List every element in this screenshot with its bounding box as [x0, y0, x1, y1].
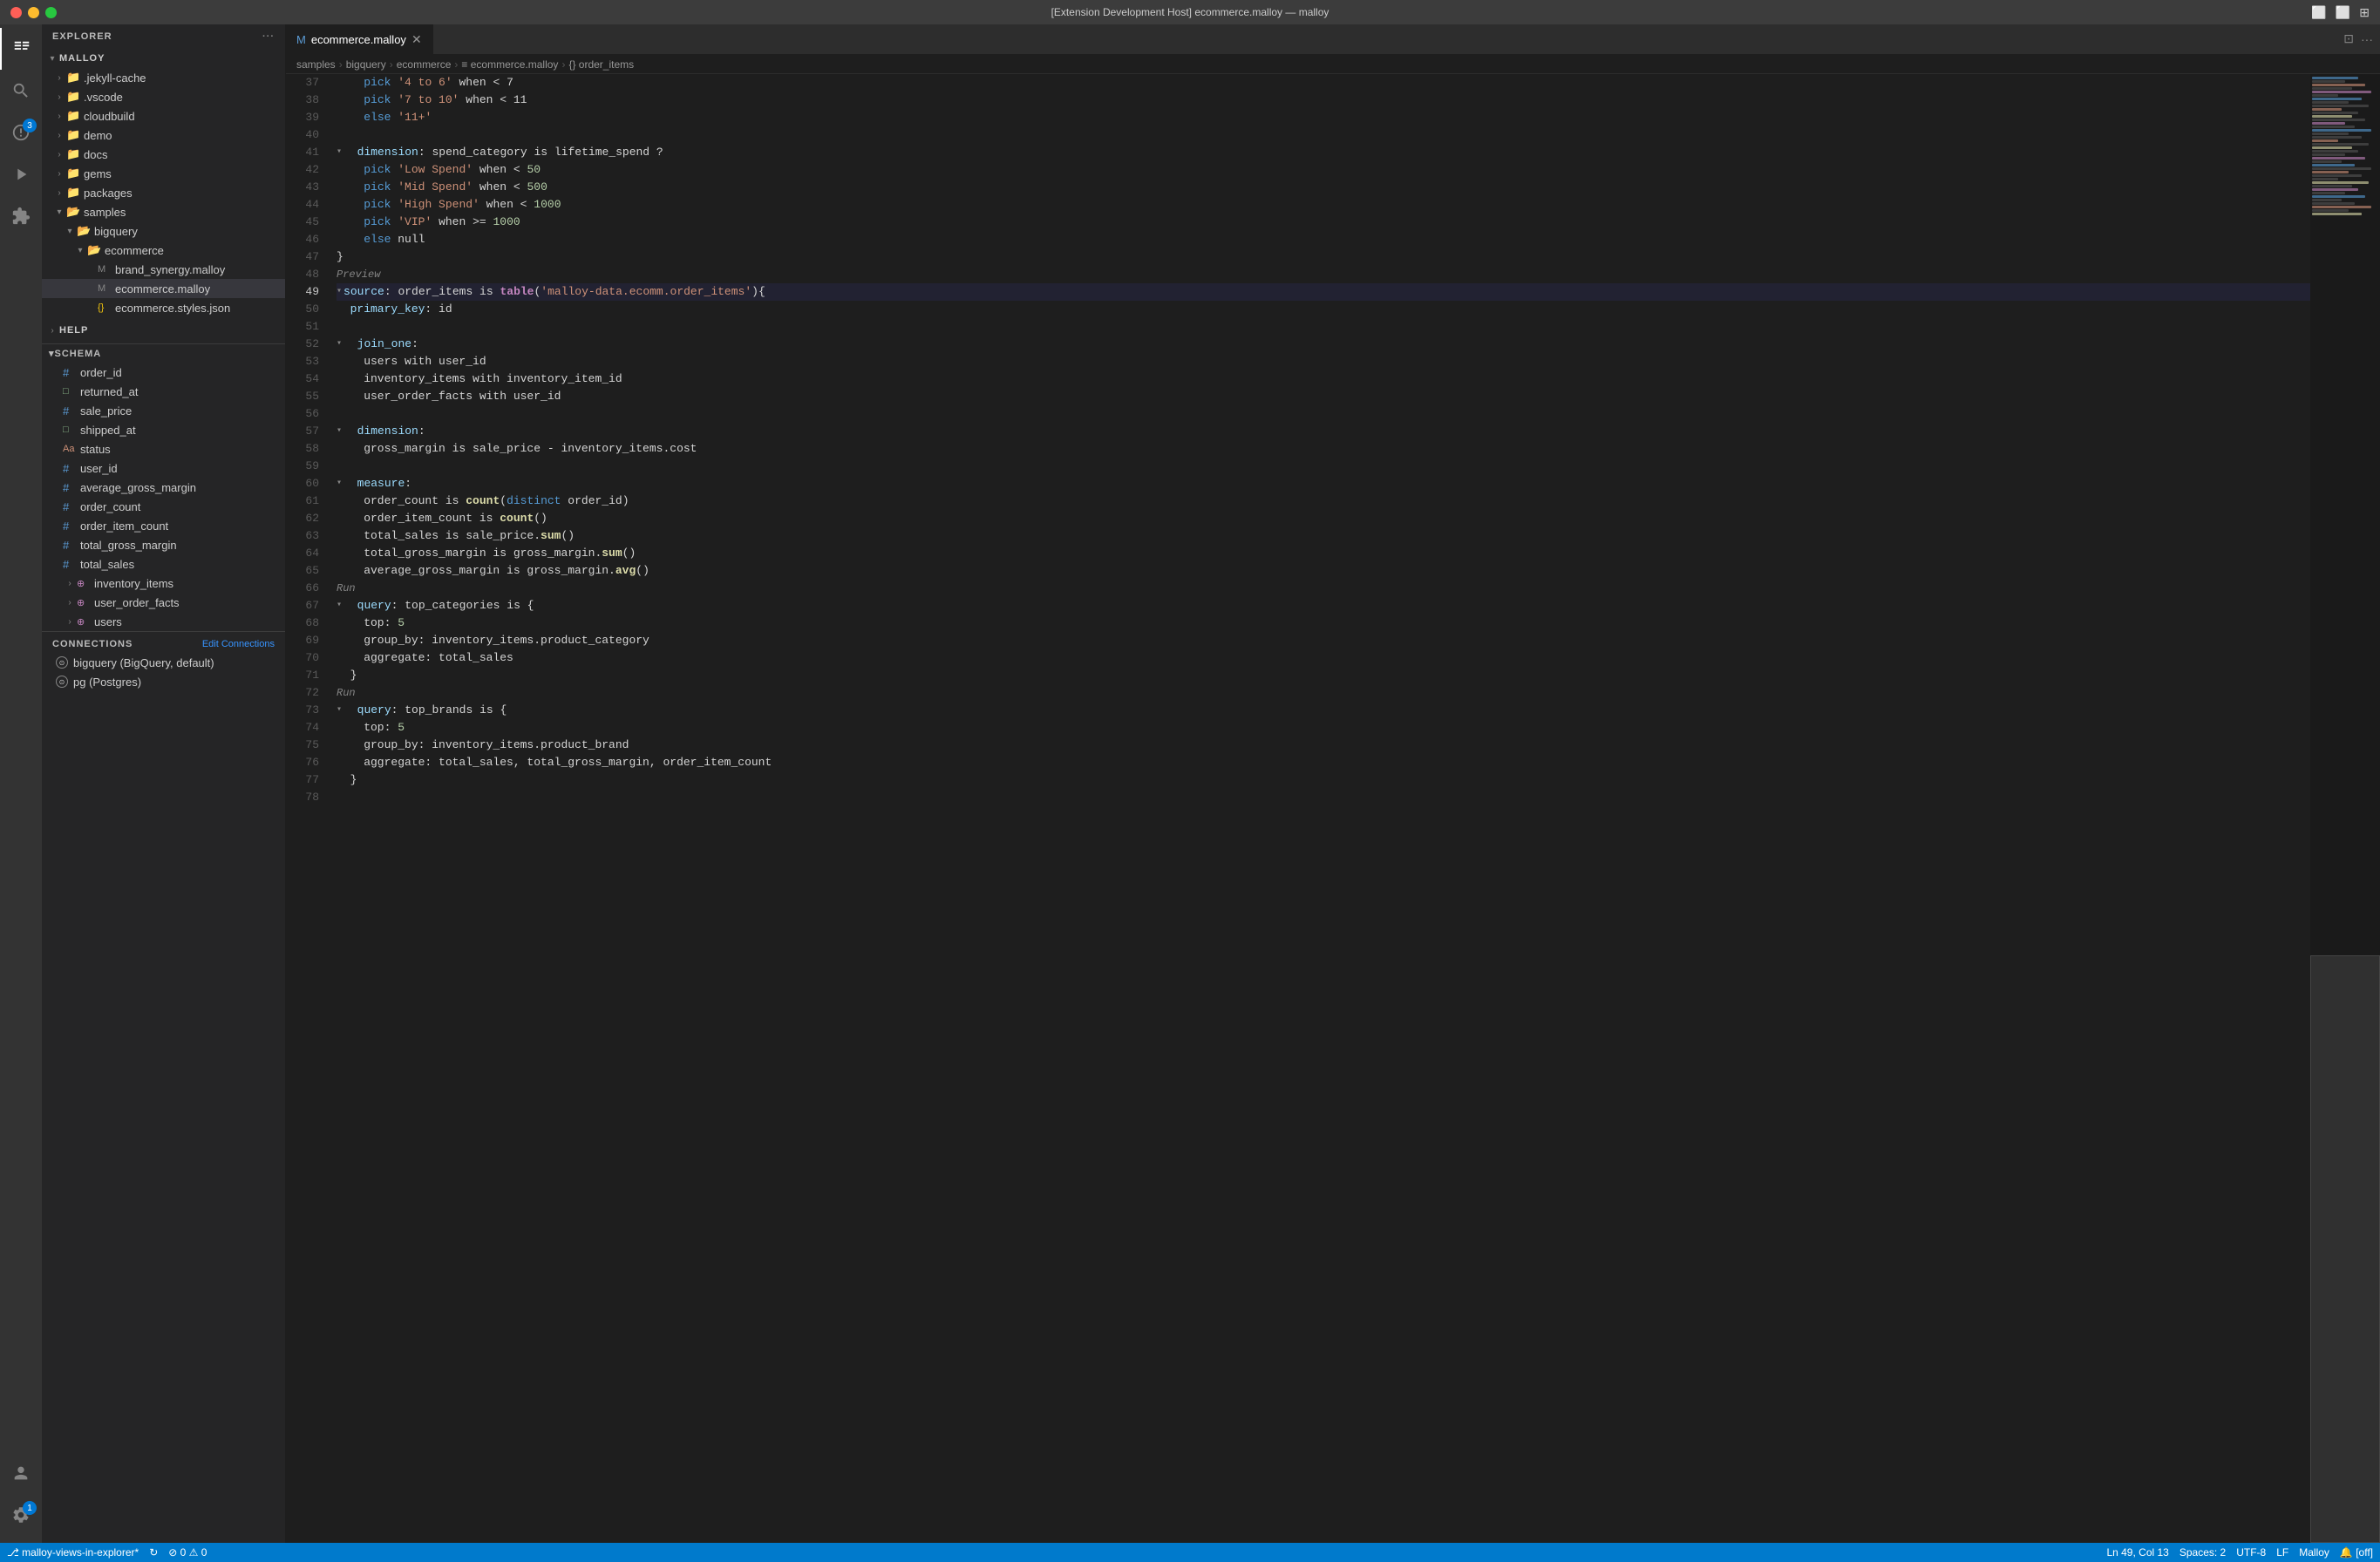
notifications-status[interactable]: 🔔 [off] — [2340, 1546, 2373, 1559]
database-icon: ⊙ — [56, 656, 68, 669]
panel-toggle-icon[interactable]: ⬜ — [2336, 5, 2350, 20]
traffic-lights — [10, 7, 57, 18]
schema-item-status[interactable]: Aa status — [42, 439, 285, 458]
connection-label: bigquery (BigQuery, default) — [73, 656, 214, 669]
tree-item-gems[interactable]: › 📁 gems — [42, 164, 285, 183]
minimize-button[interactable] — [28, 7, 39, 18]
schema-item-shipped-at[interactable]: □ shipped_at — [42, 420, 285, 439]
connection-label: pg (Postgres) — [73, 676, 141, 689]
activity-run-debug[interactable] — [0, 153, 42, 195]
sidebar: EXPLORER ··· ▾ MALLOY › 📁 .jekyll-cache … — [42, 24, 286, 1543]
explorer-header: EXPLORER ··· — [42, 24, 285, 49]
schema-item-inventory-items[interactable]: › ⊕ inventory_items — [42, 574, 285, 593]
line-ending-status[interactable]: LF — [2276, 1546, 2288, 1559]
schema-item-sale-price[interactable]: # sale_price — [42, 401, 285, 420]
activity-explorer[interactable] — [0, 28, 42, 70]
file-type-icon: M — [296, 33, 306, 46]
explorer-actions: ··· — [262, 31, 275, 42]
errors-status[interactable]: ⊘ 0 ⚠ 0 — [168, 1546, 207, 1559]
help-section-header[interactable]: › HELP — [42, 321, 285, 340]
tree-item-jekyll-cache[interactable]: › 📁 .jekyll-cache — [42, 68, 285, 87]
breadcrumb-ecommerce[interactable]: ecommerce — [397, 58, 452, 71]
activity-accounts[interactable] — [0, 1452, 42, 1494]
tree-item-brand-synergy[interactable]: › M brand_synergy.malloy — [42, 260, 285, 279]
connection-pg[interactable]: ⊙ pg (Postgres) — [42, 672, 285, 691]
tree-item-packages[interactable]: › 📁 packages — [42, 183, 285, 202]
schema-item-order-count[interactable]: # order_count — [42, 497, 285, 516]
tree-item-demo[interactable]: › 📁 demo — [42, 126, 285, 145]
activity-settings[interactable]: 1 — [0, 1494, 42, 1536]
file-tree: ▾ MALLOY › 📁 .jekyll-cache › 📁 .vscode ›… — [42, 49, 285, 1543]
breadcrumb-file[interactable]: ≡ ecommerce.malloy — [461, 58, 558, 71]
schema-item-returned-at[interactable]: □ returned_at — [42, 382, 285, 401]
tabs-bar-actions: ⊡ ··· — [2343, 24, 2380, 54]
minimap-slider[interactable] — [2310, 955, 2380, 1543]
tree-item-docs[interactable]: › 📁 docs — [42, 145, 285, 164]
minimap-content — [2310, 74, 2380, 218]
tree-item-bigquery[interactable]: ▾ 📂 bigquery — [42, 221, 285, 241]
layout-icon[interactable]: ⊞ — [2359, 5, 2370, 20]
schema-section: ▾ SCHEMA # order_id □ returned_at # sale… — [42, 343, 285, 631]
schema-header[interactable]: ▾ SCHEMA — [42, 344, 285, 363]
tree-item-vscode[interactable]: › 📁 .vscode — [42, 87, 285, 106]
tree-item-ecommerce-malloy[interactable]: › M ecommerce.malloy — [42, 279, 285, 298]
branch-status[interactable]: ⎇ malloy-views-in-explorer* — [7, 1546, 139, 1559]
source-control-badge: 3 — [23, 119, 37, 132]
spaces-status[interactable]: Spaces: 2 — [2179, 1546, 2226, 1559]
connection-bigquery[interactable]: ⊙ bigquery (BigQuery, default) — [42, 653, 285, 672]
breadcrumb-bigquery[interactable]: bigquery — [346, 58, 386, 71]
status-bar-left: ⎇ malloy-views-in-explorer* ↻ ⊘ 0 ⚠ 0 — [7, 1546, 207, 1559]
window-title: [Extension Development Host] ecommerce.m… — [1051, 6, 1329, 18]
tab-ecommerce-malloy[interactable]: M ecommerce.malloy ✕ — [286, 24, 433, 54]
encoding-status[interactable]: UTF-8 — [2236, 1546, 2266, 1559]
tabs-bar: M ecommerce.malloy ✕ ⊡ ··· — [286, 24, 2380, 55]
schema-item-total-gross-margin[interactable]: # total_gross_margin — [42, 535, 285, 554]
schema-item-avg-gross-margin[interactable]: # average_gross_margin — [42, 478, 285, 497]
status-bar-right: Ln 49, Col 13 Spaces: 2 UTF-8 LF Malloy … — [2106, 1546, 2373, 1559]
breadcrumb-symbol[interactable]: {} order_items — [568, 58, 634, 71]
activity-search[interactable] — [0, 70, 42, 112]
title-bar-actions: ⬜ ⬜ ⊞ — [2311, 5, 2370, 20]
schema-item-total-sales[interactable]: # total_sales — [42, 554, 285, 574]
tree-item-ecommerce-styles[interactable]: › {} ecommerce.styles.json — [42, 298, 285, 317]
tree-item-cloudbuild[interactable]: › 📁 cloudbuild — [42, 106, 285, 126]
minimap — [2310, 74, 2380, 1543]
settings-badge: 1 — [23, 1501, 37, 1515]
activity-extensions[interactable] — [0, 195, 42, 237]
activity-bar: 3 1 — [0, 24, 42, 1543]
maximize-button[interactable] — [45, 7, 57, 18]
tree-item-samples[interactable]: ▾ 📂 samples — [42, 202, 285, 221]
activity-source-control[interactable]: 3 — [0, 112, 42, 153]
schema-item-user-order-facts[interactable]: › ⊕ user_order_facts — [42, 593, 285, 612]
malloy-section-header[interactable]: ▾ MALLOY — [42, 49, 285, 68]
breadcrumb: samples › bigquery › ecommerce › ≡ ecomm… — [286, 55, 2380, 74]
status-bar: ⎇ malloy-views-in-explorer* ↻ ⊘ 0 ⚠ 0 Ln… — [0, 1543, 2380, 1562]
code-content[interactable]: pick '4 to 6' when < 7 pick '7 to 10' wh… — [330, 74, 2310, 1543]
schema-item-order-item-count[interactable]: # order_item_count — [42, 516, 285, 535]
split-editor-icon[interactable]: ⊡ — [2343, 31, 2354, 46]
connections-section: CONNECTIONS Edit Connections ⊙ bigquery … — [42, 631, 285, 695]
editor-area: M ecommerce.malloy ✕ ⊡ ··· samples › big… — [286, 24, 2380, 1543]
line-numbers: 3738394041424344454647484950515253545556… — [286, 74, 330, 1543]
more-actions-icon[interactable]: ··· — [2361, 32, 2373, 46]
close-button[interactable] — [10, 7, 22, 18]
schema-item-user-id[interactable]: # user_id — [42, 458, 285, 478]
tree-item-ecommerce[interactable]: ▾ 📂 ecommerce — [42, 241, 285, 260]
code-editor[interactable]: 3738394041424344454647484950515253545556… — [286, 74, 2380, 1543]
language-status[interactable]: Malloy — [2299, 1546, 2329, 1559]
more-actions-icon[interactable]: ··· — [262, 31, 275, 42]
title-bar: [Extension Development Host] ecommerce.m… — [0, 0, 2380, 24]
database-icon: ⊙ — [56, 676, 68, 688]
tab-close-button[interactable]: ✕ — [411, 32, 422, 47]
tab-label: ecommerce.malloy — [311, 33, 406, 46]
sync-status[interactable]: ↻ — [149, 1546, 158, 1559]
sidebar-toggle-icon[interactable]: ⬜ — [2311, 5, 2326, 20]
schema-item-users[interactable]: › ⊕ users — [42, 612, 285, 631]
breadcrumb-samples[interactable]: samples — [296, 58, 336, 71]
connections-header: CONNECTIONS Edit Connections — [42, 635, 285, 653]
edit-connections-button[interactable]: Edit Connections — [202, 639, 275, 649]
schema-item-order-id[interactable]: # order_id — [42, 363, 285, 382]
cursor-position-status[interactable]: Ln 49, Col 13 — [2106, 1546, 2168, 1559]
